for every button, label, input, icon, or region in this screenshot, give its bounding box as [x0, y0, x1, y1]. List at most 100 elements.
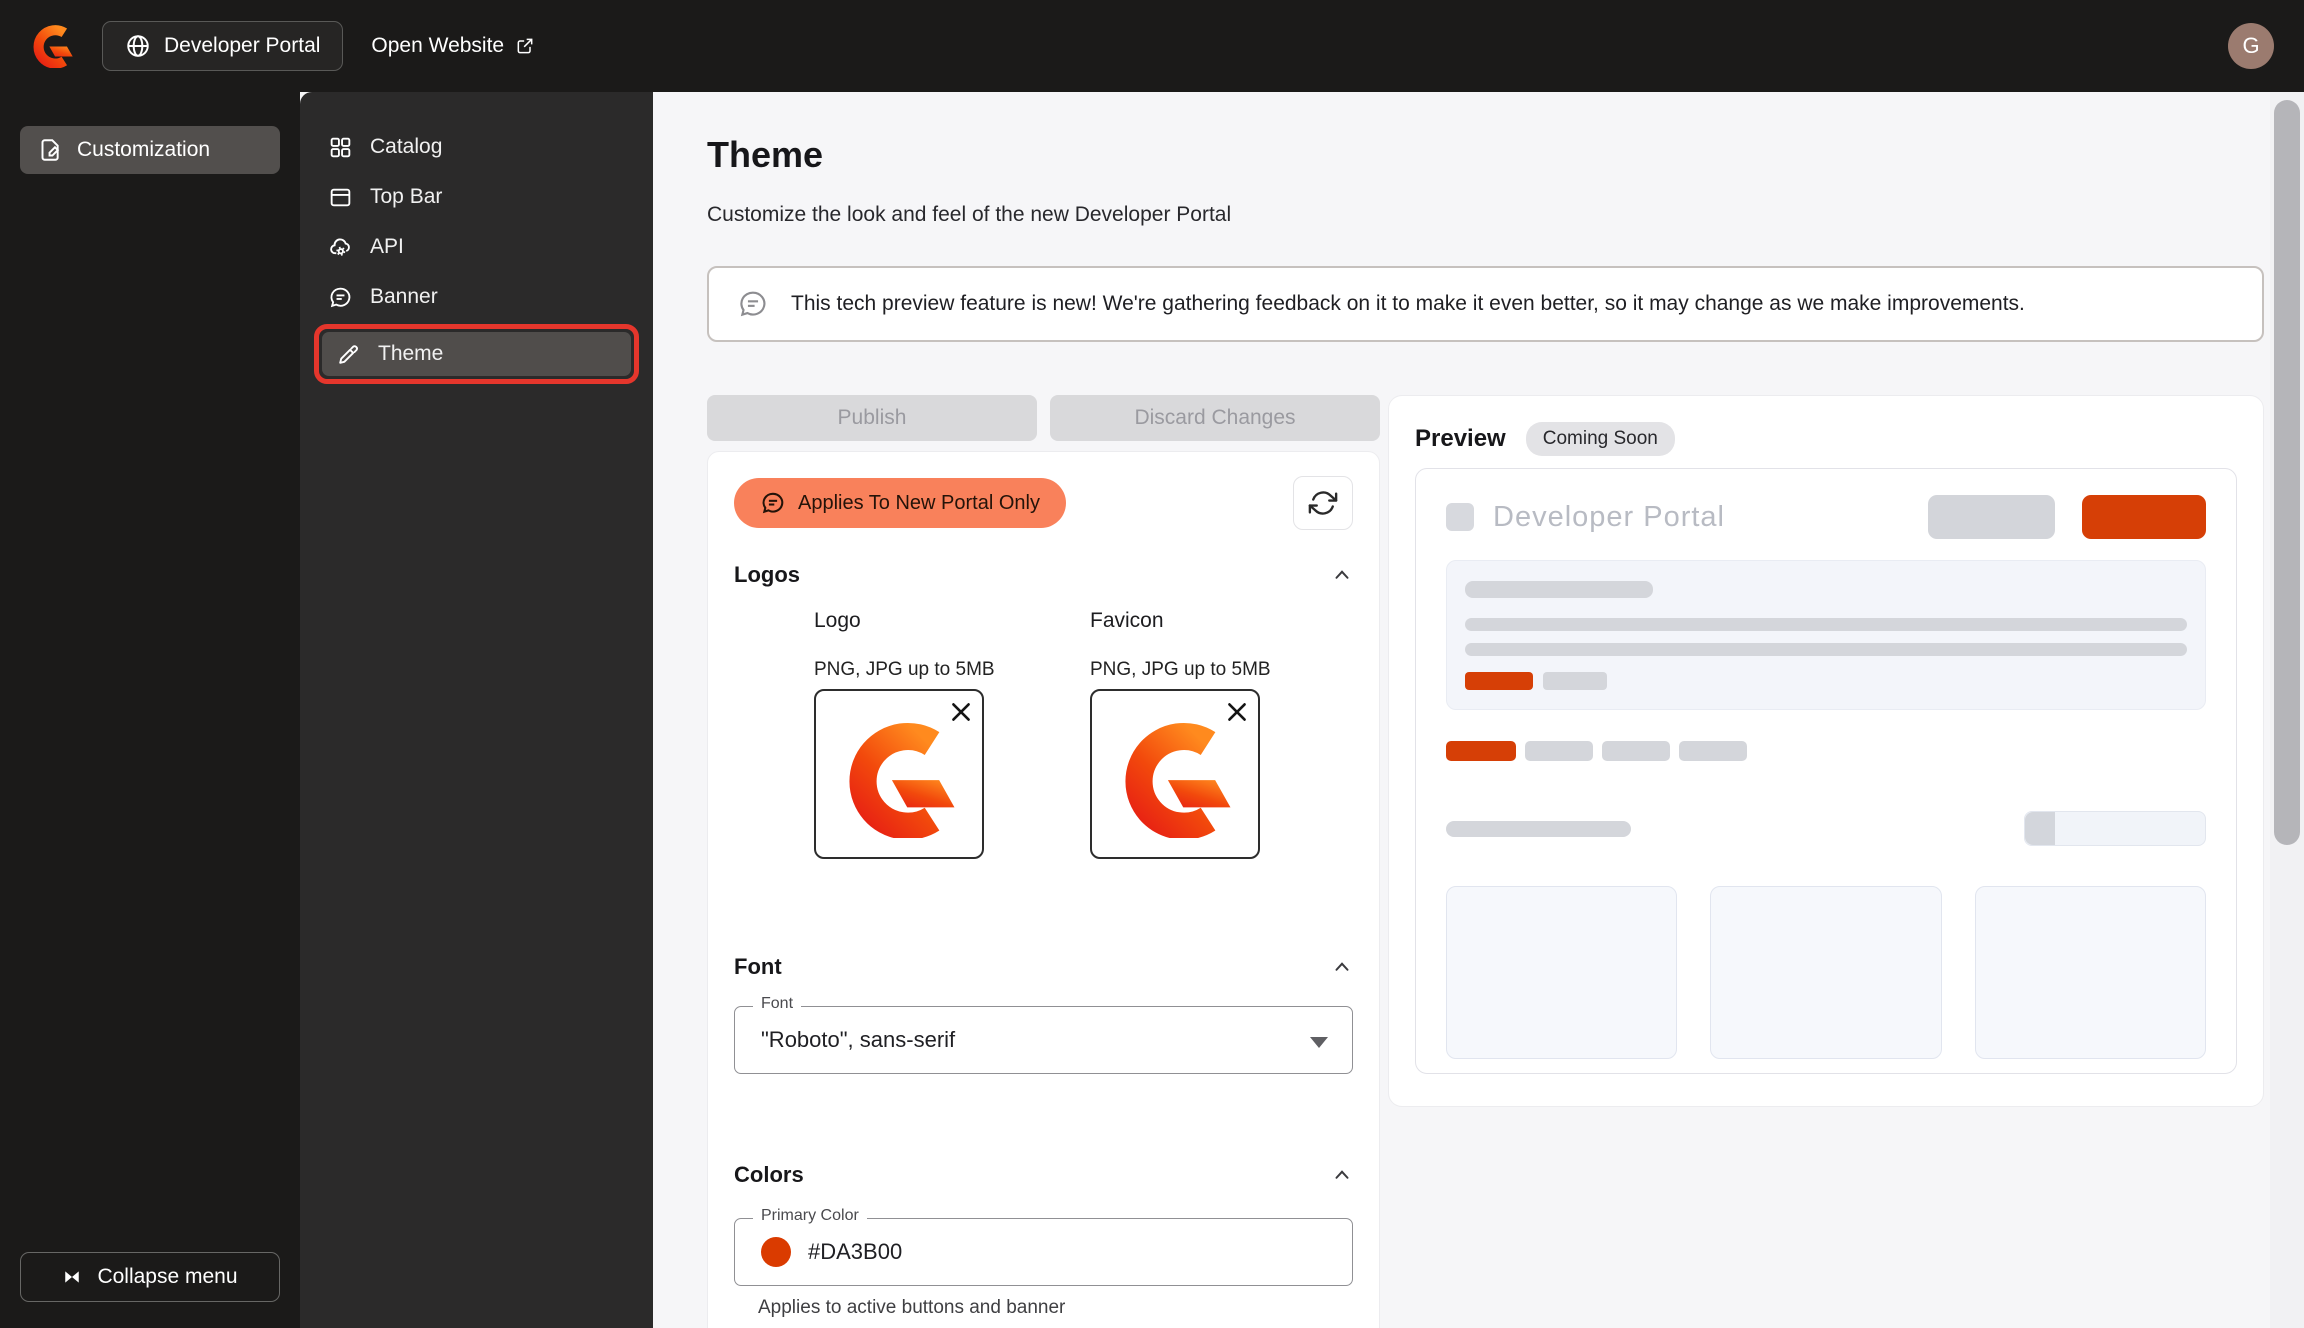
theme-highlight-ring: Theme	[314, 324, 639, 384]
submenu-item-api[interactable]: API	[314, 222, 639, 272]
logo-upload: Logo PNG, JPG up to 5MB	[814, 609, 995, 859]
theme-form-column: Publish Discard Changes Applies To New P…	[707, 395, 1380, 1328]
logo-upload-box[interactable]	[814, 689, 984, 859]
font-collapse-chevron-icon[interactable]	[1331, 956, 1353, 978]
portal-preview-mock: Developer Portal	[1415, 468, 2237, 1074]
top-bar: Developer Portal Open Website G	[0, 0, 2304, 92]
favicon-label: Favicon	[1090, 609, 1164, 632]
sidebar-item-label: Customization	[77, 138, 211, 161]
primary-color-field[interactable]: Primary Color #DA3B00	[734, 1207, 1353, 1286]
mock-hero-secondary-button	[1543, 672, 1607, 690]
mock-search-field-placeholder	[2024, 811, 2206, 846]
collapse-menu-label: Collapse menu	[97, 1265, 238, 1288]
submenu-item-top-bar[interactable]: Top Bar	[314, 172, 639, 222]
theme-form-card: Applies To New Portal Only Logos Logo PN…	[707, 451, 1380, 1328]
mock-api-card-placeholder	[1974, 886, 2206, 1059]
user-avatar[interactable]: G	[2228, 23, 2274, 69]
globe-icon	[125, 33, 151, 59]
primary-color-value: #DA3B00	[808, 1239, 903, 1264]
scrollbar-thumb[interactable]	[2274, 100, 2300, 845]
main-content: Theme Customize the look and feel of the…	[653, 92, 2304, 1328]
primary-color-helper: Applies to active buttons and banner	[758, 1297, 1066, 1318]
page-title: Theme	[707, 134, 824, 175]
preview-title: Preview	[1415, 425, 1506, 452]
vertical-scrollbar	[2270, 92, 2304, 1328]
mock-tab	[1525, 741, 1593, 761]
favicon-upload-box[interactable]	[1090, 689, 1260, 859]
customization-submenu: Catalog Top Bar API Banner Theme	[300, 92, 653, 1328]
mock-hero-banner	[1446, 560, 2206, 710]
banner-message-icon	[328, 285, 353, 310]
mock-hero-line-skeleton	[1465, 643, 2187, 656]
mock-api-card-placeholder	[1446, 886, 1678, 1059]
coming-soon-badge: Coming Soon	[1525, 422, 1675, 456]
mock-search-knob	[2025, 812, 2055, 845]
refresh-icon	[1308, 488, 1338, 518]
font-field-label: Font	[753, 995, 802, 1013]
open-website-link[interactable]: Open Website	[371, 34, 535, 58]
mock-api-card-placeholder	[1710, 886, 1942, 1059]
mock-tab	[1679, 741, 1747, 761]
publish-button[interactable]: Publish	[707, 395, 1037, 441]
primary-color-label: Primary Color	[753, 1207, 867, 1225]
font-select-value: "Roboto", sans-serif	[761, 1027, 956, 1052]
gravitee-logo-icon	[30, 24, 74, 68]
mock-tab-active	[1446, 741, 1516, 761]
favicon-remove-button[interactable]	[1220, 695, 1254, 729]
discard-changes-button[interactable]: Discard Changes	[1050, 395, 1380, 441]
tech-preview-notice: This tech preview feature is new! We're …	[707, 266, 2264, 342]
font-select[interactable]: Font "Roboto", sans-serif	[734, 995, 1353, 1074]
refresh-button[interactable]	[1293, 476, 1353, 530]
submenu-item-catalog[interactable]: Catalog	[314, 122, 639, 172]
avatar-initial: G	[2242, 33, 2260, 58]
notice-text: This tech preview feature is new! We're …	[791, 292, 2025, 315]
scope-badge-message-icon	[760, 490, 786, 516]
font-section-title: Font	[734, 954, 782, 979]
collapse-menu-button[interactable]: Collapse menu	[20, 1252, 280, 1302]
logo-image	[840, 720, 958, 838]
submenu-label-catalog: Catalog	[370, 135, 443, 158]
mock-secondary-button-placeholder	[1928, 495, 2055, 539]
logo-remove-button[interactable]	[944, 695, 978, 729]
submenu-label-banner: Banner	[370, 285, 438, 308]
catalog-grid-icon	[328, 135, 353, 160]
sidebar-item-customization[interactable]: Customization	[20, 126, 280, 174]
logos-section-title: Logos	[734, 562, 800, 587]
mock-hero-line-skeleton	[1465, 618, 2187, 631]
colors-collapse-chevron-icon[interactable]	[1331, 1164, 1353, 1186]
submenu-item-banner[interactable]: Banner	[314, 272, 639, 322]
primary-color-swatch[interactable]	[761, 1237, 791, 1267]
favicon-image	[1116, 720, 1234, 838]
api-cloud-icon	[328, 235, 353, 260]
mock-tab	[1602, 741, 1670, 761]
collapse-icon	[62, 1268, 82, 1286]
submenu-label-api: API	[370, 235, 404, 258]
primary-sidebar: Customization Collapse menu	[0, 92, 300, 1328]
logos-collapse-chevron-icon[interactable]	[1331, 564, 1353, 586]
theme-eyedropper-icon	[336, 342, 361, 367]
open-website-label: Open Website	[371, 34, 505, 57]
developer-portal-switcher[interactable]: Developer Portal	[102, 21, 344, 71]
mock-list-title-skeleton	[1446, 820, 1631, 837]
external-link-icon	[515, 36, 535, 56]
mock-portal-title: Developer Portal	[1493, 500, 1725, 533]
submenu-label-top-bar: Top Bar	[370, 185, 443, 208]
logo-hint: PNG, JPG up to 5MB	[814, 659, 995, 680]
submenu-item-theme[interactable]: Theme	[322, 332, 631, 376]
customization-icon	[36, 137, 62, 163]
logo-label: Logo	[814, 609, 861, 632]
scope-badge: Applies To New Portal Only	[734, 478, 1066, 528]
submenu-label-theme: Theme	[378, 342, 444, 365]
page-subtitle: Customize the look and feel of the new D…	[707, 203, 1232, 226]
preview-column: Preview Coming Soon Developer Portal	[1388, 395, 2264, 1107]
top-bar-window-icon	[328, 185, 353, 210]
favicon-upload: Favicon PNG, JPG up to 5MB	[1090, 609, 1271, 859]
favicon-hint: PNG, JPG up to 5MB	[1090, 659, 1271, 680]
preview-panel: Preview Coming Soon Developer Portal	[1388, 395, 2264, 1107]
developer-portal-label: Developer Portal	[164, 34, 321, 57]
mock-primary-button-placeholder	[2082, 495, 2206, 539]
scope-badge-label: Applies To New Portal Only	[798, 491, 1040, 514]
dropdown-caret-icon	[1310, 1037, 1328, 1048]
mock-hero-title-skeleton	[1465, 581, 1653, 598]
mock-logo-placeholder	[1446, 503, 1474, 531]
